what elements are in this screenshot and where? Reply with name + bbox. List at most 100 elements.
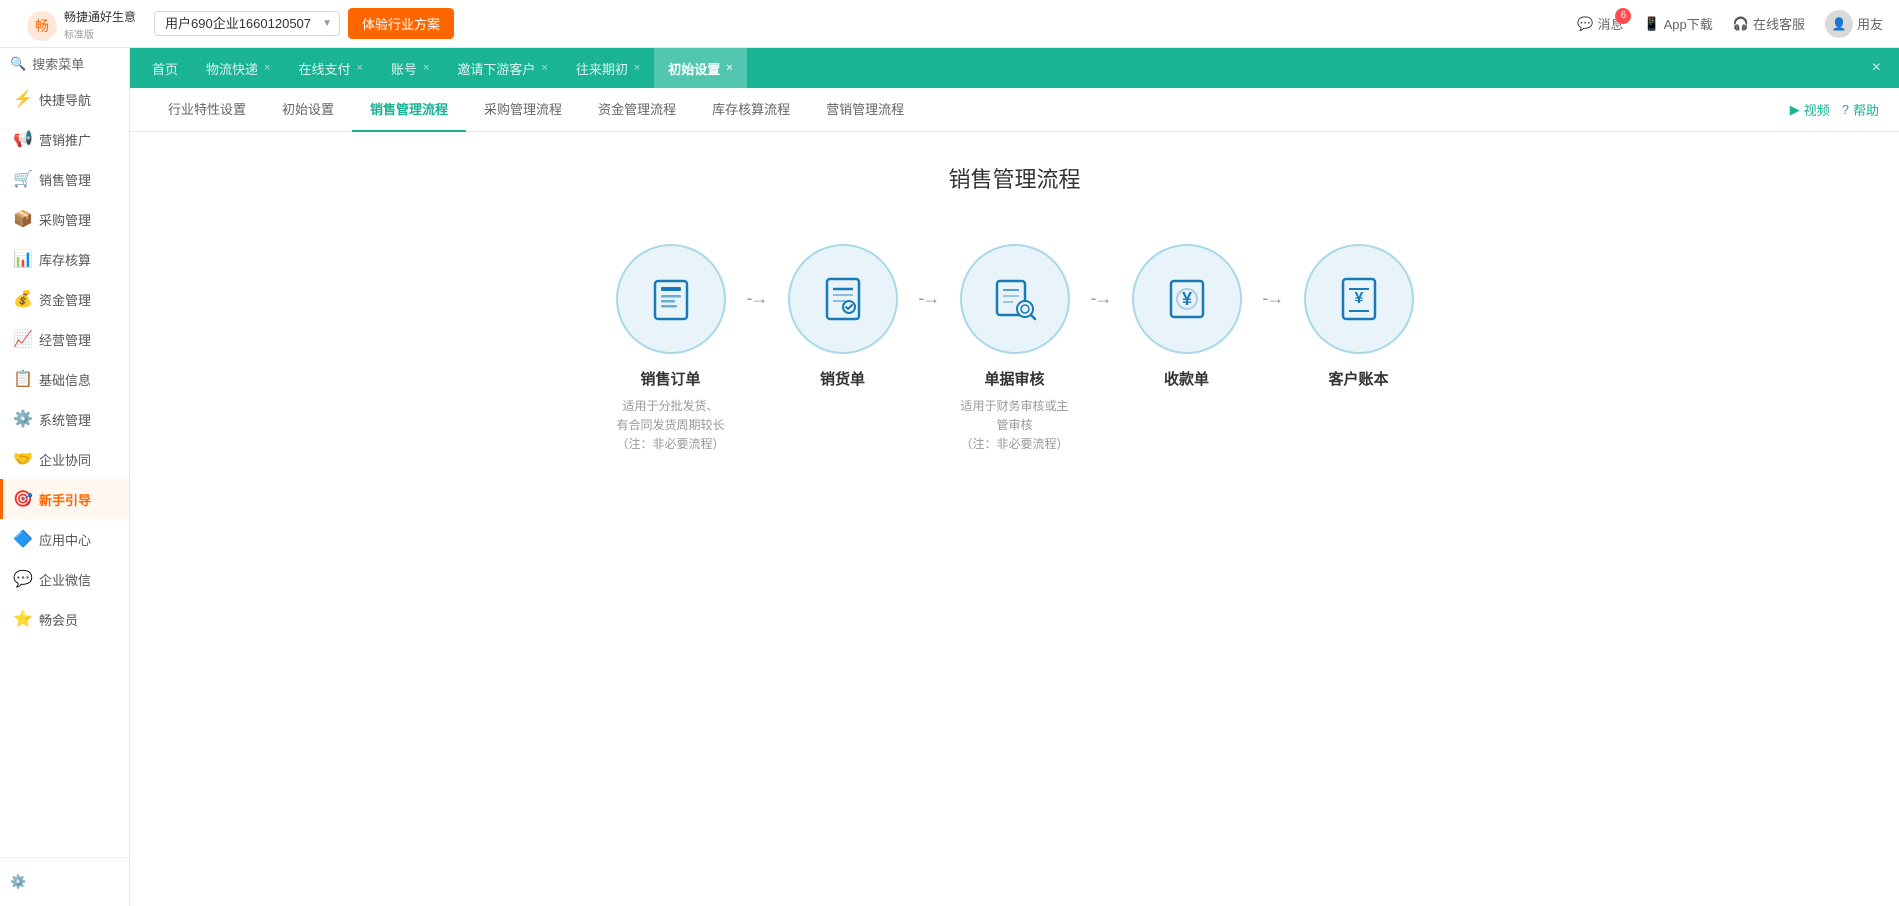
sub-tab-purchase-flow-label: 采购管理流程 [484,99,562,118]
help-icon: ? [1842,102,1849,117]
nav-tab-payment-close[interactable]: × [356,62,362,74]
online-service-button[interactable]: 🎧 在线客服 [1733,14,1805,33]
svg-text:畅: 畅 [35,18,49,34]
sidebar-item-sales[interactable]: 🛒 销售管理 [0,159,129,199]
flow-desc-audit: 适用于财务审核或主管审核（注：非必要流程） [960,397,1068,455]
gear-icon: ⚙️ [13,409,31,429]
nav-tab-init-settings[interactable]: 初始设置 × [654,48,746,88]
nav-tab-home-label: 首页 [152,59,178,78]
nav-tab-logistics-close[interactable]: × [264,62,270,74]
nav-tab-period[interactable]: 往来期初 × [562,48,654,88]
header-right: 💬 消息 6 📱 App下载 🎧 在线客服 👤 用友 [1577,10,1883,38]
flow-label-account: 客户账本 [1328,368,1388,389]
user-avatar-icon: 👤 [1832,17,1847,31]
video-help-button[interactable]: ▶ 视频 [1790,100,1830,119]
sub-tab-marketing-flow[interactable]: 营销管理流程 [808,88,922,132]
money-icon: 💰 [13,289,31,309]
flow-desc-sales-order: 适用于分批发货、有合同发货周期较长（注：非必要流程） [616,397,724,455]
sidebar-item-operations[interactable]: 📈 经营管理 [0,319,129,359]
sidebar-item-marketing[interactable]: 📢 营销推广 [0,119,129,159]
trending-icon: 📈 [13,329,31,349]
headset-icon: 🎧 [1733,16,1749,32]
page-title: 销售管理流程 [170,162,1859,194]
logo: 畅 畅捷通好生意 标准版 [16,0,146,52]
sidebar-item-collaboration[interactable]: 🤝 企业协同 [0,439,129,479]
chart-bar-icon: 📊 [13,249,31,269]
sidebar-item-finance[interactable]: 💰 资金管理 [0,279,129,319]
sidebar-label-marketing: 营销推广 [39,130,91,149]
page-content: 销售管理流程 销售订单 适用于分批发货、有合同 [130,132,1899,906]
sidebar-label-enterprise-wechat: 企业微信 [39,570,91,589]
flow-circle-audit [960,244,1070,354]
cart-icon: 🛒 [13,169,31,189]
sidebar-item-quick-nav[interactable]: ⚡ 快捷导航 [0,79,129,119]
header-left: 畅 畅捷通好生意 标准版 用户690企业1660120507 ▼ 体验行业方案 [16,0,454,52]
target-icon: 🎯 [13,489,31,509]
nav-tab-payment[interactable]: 在线支付 × [284,48,376,88]
logo-icon: 畅 [26,10,58,42]
message-icon: 💬 [1577,16,1593,32]
app-download-button[interactable]: 📱 App下载 [1643,14,1712,33]
user-select-input[interactable]: 用户690企业1660120507 [154,11,340,36]
help-button[interactable]: ? 帮助 [1842,100,1879,119]
sub-tab-industry-label: 行业特性设置 [168,99,246,118]
sidebar-bottom: ⚙️ [0,857,129,906]
sub-tabs-bar: 行业特性设置 初始设置 销售管理流程 采购管理流程 资金管理流程 库存核算流程 … [130,88,1899,132]
search-menu-item[interactable]: 🔍 搜索菜单 [0,48,129,79]
sub-tab-finance-flow-label: 资金管理流程 [598,99,676,118]
sidebar-item-inventory[interactable]: 📊 库存核算 [0,239,129,279]
star-icon: ⭐ [13,609,31,629]
sub-tab-finance-flow[interactable]: 资金管理流程 [580,88,694,132]
handshake-icon: 🤝 [13,449,31,469]
sidebar-label-collaboration: 企业协同 [39,450,91,469]
nav-tab-invite[interactable]: 邀请下游客户 × [443,48,561,88]
nav-tab-home[interactable]: 首页 [138,48,192,88]
sidebar-label-operations: 经营管理 [39,330,91,349]
flow-label-sales-order: 销售订单 [640,368,700,389]
nav-tab-logistics[interactable]: 物流快递 × [192,48,284,88]
nav-tab-init-settings-close[interactable]: × [726,62,732,74]
nav-tab-period-label: 往来期初 [576,59,628,78]
sub-tab-industry[interactable]: 行业特性设置 [150,88,264,132]
download-icon: 📱 [1643,16,1659,32]
sidebar-item-system[interactable]: ⚙️ 系统管理 [0,399,129,439]
nav-close-all-button[interactable]: × [1862,59,1891,77]
user-profile-button[interactable]: 👤 用友 [1825,10,1883,38]
nav-tab-account[interactable]: 账号 × [377,48,443,88]
sub-tab-marketing-flow-label: 营销管理流程 [826,99,904,118]
settings-icon: ⚙️ [10,874,26,890]
svg-text:¥: ¥ [1354,290,1363,307]
sidebar: 🔍 搜索菜单 ⚡ 快捷导航 📢 营销推广 🛒 销售管理 📦 采购管理 📊 库存核… [0,48,130,906]
logo-text: 畅捷通好生意 [64,10,136,26]
audit-icon [989,273,1041,325]
user-selector[interactable]: 用户690企业1660120507 ▼ [154,11,340,36]
flow-label-receipt: 收款单 [1164,368,1209,389]
search-icon: 🔍 [10,56,26,72]
settings-bottom-btn[interactable]: ⚙️ [0,866,129,898]
flow-step-account: ¥ 客户账本 [1279,244,1439,397]
sidebar-item-enterprise-wechat[interactable]: 💬 企业微信 [0,559,129,599]
message-button[interactable]: 💬 消息 6 [1577,14,1623,33]
sub-tabs-right: ▶ 视频 ? 帮助 [1790,100,1879,119]
nav-tab-invite-close[interactable]: × [541,62,547,74]
flow-step-audit: 单据审核 适用于财务审核或主管审核（注：非必要流程） [935,244,1095,455]
trial-button[interactable]: 体验行业方案 [348,8,454,39]
sidebar-item-guide[interactable]: 🎯 新手引导 [0,479,129,519]
flow-circle-account: ¥ [1304,244,1414,354]
nav-tab-payment-label: 在线支付 [298,59,350,78]
sidebar-item-basic-info[interactable]: 📋 基础信息 [0,359,129,399]
sub-tab-purchase-flow[interactable]: 采购管理流程 [466,88,580,132]
avatar: 👤 [1825,10,1853,38]
nav-tab-account-close[interactable]: × [423,62,429,74]
search-menu-label: 搜索菜单 [32,54,84,73]
sub-tab-init[interactable]: 初始设置 [264,88,352,132]
box-icon: 📦 [13,209,31,229]
wechat-icon: 💬 [13,569,31,589]
sidebar-item-app-center[interactable]: 🔷 应用中心 [0,519,129,559]
sidebar-item-purchase[interactable]: 📦 采购管理 [0,199,129,239]
nav-tab-period-close[interactable]: × [634,62,640,74]
account-icon: ¥ [1333,273,1385,325]
sub-tab-inventory-flow[interactable]: 库存核算流程 [694,88,808,132]
sidebar-item-membership[interactable]: ⭐ 畅会员 [0,599,129,639]
sub-tab-sales-flow[interactable]: 销售管理流程 [352,88,466,132]
